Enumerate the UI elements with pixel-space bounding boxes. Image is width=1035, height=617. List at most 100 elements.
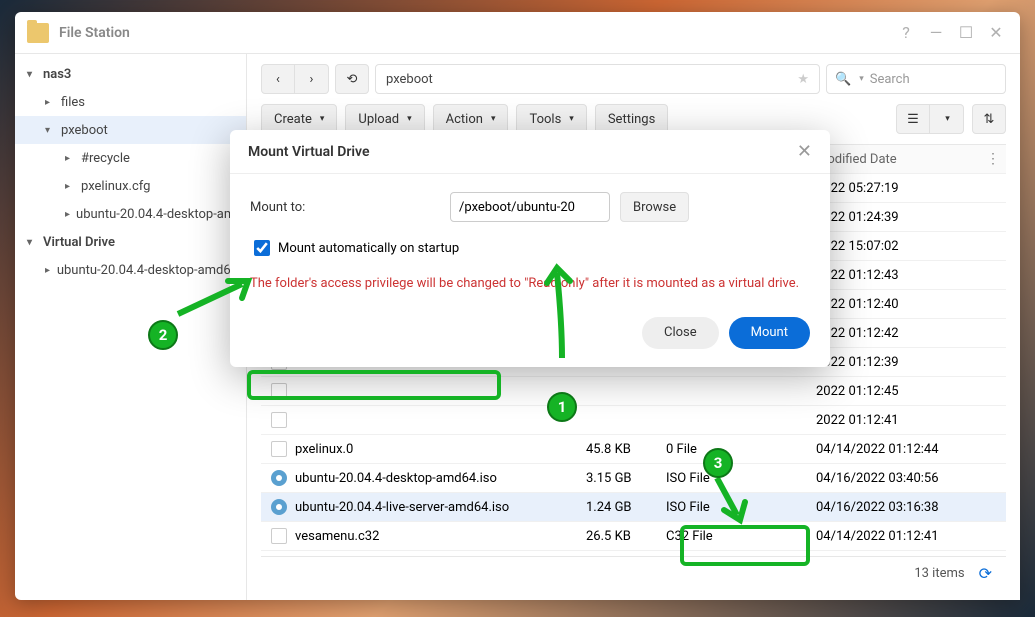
- table-row[interactable]: vesamenu.c32 26.5 KBC32 File04/14/2022 01…: [261, 522, 1006, 551]
- annotation-arrow-2: [170, 276, 260, 328]
- view-mode-group: ☰ ▾: [896, 104, 964, 134]
- tree-item[interactable]: ▾ pxeboot: [15, 116, 246, 144]
- refresh-button[interactable]: ⟲: [335, 64, 369, 94]
- search-placeholder: Search: [870, 72, 910, 87]
- file-date: 04/16/2022 03:16:38: [816, 500, 1006, 515]
- minimize-icon[interactable]: —: [924, 21, 948, 45]
- dialog-close-icon[interactable]: ✕: [797, 141, 812, 162]
- nav-row: ‹ › ⟲ pxeboot ★ 🔍 ▾ Search: [261, 64, 1006, 94]
- nav-back-forward: ‹ ›: [261, 64, 329, 94]
- help-icon[interactable]: ?: [894, 21, 918, 45]
- tree-item-label: Virtual Drive: [43, 235, 115, 250]
- file-date: 2022 01:12:40: [816, 297, 1006, 312]
- expand-icon[interactable]: ▸: [65, 209, 70, 220]
- mount-to-row: Mount to: Browse: [250, 192, 810, 222]
- back-button[interactable]: ‹: [261, 64, 295, 94]
- browse-button[interactable]: Browse: [620, 192, 689, 222]
- tree-item[interactable]: ▸ #recycle: [15, 144, 246, 172]
- close-icon[interactable]: ✕: [984, 21, 1008, 45]
- file-size: 45.8 KB: [586, 442, 666, 457]
- file-date: 2022 01:12:39: [816, 355, 1006, 370]
- forward-button[interactable]: ›: [295, 64, 329, 94]
- titlebar: File Station ? — ☐ ✕: [15, 12, 1020, 54]
- tree-item[interactable]: ▾ nas3: [15, 60, 246, 88]
- file-size: 3.15 GB: [586, 471, 666, 486]
- expand-icon[interactable]: ▸: [65, 153, 75, 164]
- tree-item[interactable]: ▸ files: [15, 88, 246, 116]
- file-name: vesamenu.c32: [295, 529, 379, 544]
- tree-item-label: files: [61, 95, 85, 110]
- file-size: 26.5 KB: [586, 529, 666, 544]
- expand-icon[interactable]: ▸: [65, 181, 75, 192]
- dialog-title: Mount Virtual Drive: [248, 144, 370, 160]
- file-date: 2022 15:07:02: [816, 239, 1006, 254]
- reload-icon[interactable]: ⟳: [979, 564, 992, 583]
- dialog-header: Mount Virtual Drive ✕: [230, 130, 830, 174]
- tree-item-label: ubuntu-20.04.4-desktop-amd64: [76, 207, 246, 222]
- disc-icon: [271, 470, 287, 486]
- tree-item-label: pxeboot: [61, 123, 108, 138]
- file-date: 04/14/2022 01:12:41: [816, 529, 1006, 544]
- annotation-number-1: 1: [547, 392, 577, 422]
- annotation-arrow-3: [697, 470, 757, 530]
- file-date: 2022 05:27:19: [816, 181, 1006, 196]
- tree-item-label: pxelinux.cfg: [81, 179, 150, 194]
- tree-item[interactable]: ▾ Virtual Drive: [15, 228, 246, 256]
- th-date[interactable]: Modified Date: [816, 152, 1006, 167]
- expand-icon[interactable]: ▸: [45, 97, 55, 108]
- file-date: 04/14/2022 01:12:44: [816, 442, 1006, 457]
- dialog-close-button[interactable]: Close: [642, 317, 719, 349]
- file-name: ubuntu-20.04.4-desktop-amd64.iso: [295, 471, 497, 486]
- sort-button[interactable]: ⇅: [972, 104, 1006, 134]
- search-icon: 🔍: [835, 72, 851, 87]
- auto-mount-checkbox[interactable]: [254, 240, 270, 256]
- file-icon: [271, 528, 287, 544]
- window-title: File Station: [59, 25, 130, 41]
- disc-icon: [271, 499, 287, 515]
- expand-icon[interactable]: ▾: [45, 125, 55, 136]
- file-icon: [271, 412, 287, 428]
- annotation-number-2: 2: [148, 320, 178, 350]
- mount-to-input[interactable]: [450, 192, 610, 222]
- breadcrumb[interactable]: pxeboot ★: [375, 64, 820, 94]
- tree-item[interactable]: ▸ pxelinux.cfg: [15, 172, 246, 200]
- maximize-icon[interactable]: ☐: [954, 21, 978, 45]
- file-date: 2022 01:12:45: [816, 384, 1006, 399]
- file-icon: [271, 383, 287, 399]
- mount-to-label: Mount to:: [250, 200, 450, 215]
- expand-icon[interactable]: ▾: [27, 237, 37, 248]
- favorite-star-icon[interactable]: ★: [797, 72, 809, 87]
- file-type: C32 File: [666, 529, 816, 544]
- tree-item[interactable]: ▸ ubuntu-20.04.4-desktop-amd64: [15, 200, 246, 228]
- file-type: 0 File: [666, 442, 816, 457]
- breadcrumb-path: pxeboot: [386, 72, 433, 87]
- file-name: pxelinux.0: [295, 442, 353, 457]
- expand-icon[interactable]: ▸: [45, 265, 51, 276]
- annotation-number-3: 3: [703, 448, 733, 478]
- list-view-icon[interactable]: ☰: [896, 104, 930, 134]
- table-row[interactable]: pxelinux.0 45.8 KB0 File04/14/2022 01:12:…: [261, 435, 1006, 464]
- tree-item-label: nas3: [43, 67, 71, 82]
- search-input[interactable]: 🔍 ▾ Search: [826, 64, 1006, 94]
- expand-icon[interactable]: ▾: [27, 69, 37, 80]
- file-icon: [271, 441, 287, 457]
- item-count: 13 items: [914, 566, 964, 581]
- columns-more-icon[interactable]: ⋮: [986, 151, 1000, 167]
- table-row[interactable]: 2022 01:12:45: [261, 377, 1006, 406]
- file-date: 04/16/2022 03:40:56: [816, 471, 1006, 486]
- file-date: 2022 01:12:42: [816, 326, 1006, 341]
- statusbar: 13 items ⟳: [261, 556, 1006, 590]
- file-name: ubuntu-20.04.4-live-server-amd64.iso: [295, 500, 509, 515]
- auto-mount-row[interactable]: Mount automatically on startup: [250, 236, 810, 260]
- annotation-arrow-1: [512, 263, 582, 383]
- table-row[interactable]: ubuntu-20.04.4-live-server-amd64.iso1.24…: [261, 493, 1006, 522]
- file-date: 2022 01:24:39: [816, 210, 1006, 225]
- table-row[interactable]: 2022 01:12:41: [261, 406, 1006, 435]
- dialog-mount-button[interactable]: Mount: [729, 317, 810, 349]
- search-dropdown-caret[interactable]: ▾: [859, 74, 864, 84]
- table-row[interactable]: ubuntu-20.04.4-desktop-amd64.iso3.15 GBI…: [261, 464, 1006, 493]
- tree-item-label: #recycle: [81, 151, 130, 166]
- view-dropdown-icon[interactable]: ▾: [930, 104, 964, 134]
- app-folder-icon: [27, 23, 49, 43]
- file-date: 2022 01:12:41: [816, 413, 1006, 428]
